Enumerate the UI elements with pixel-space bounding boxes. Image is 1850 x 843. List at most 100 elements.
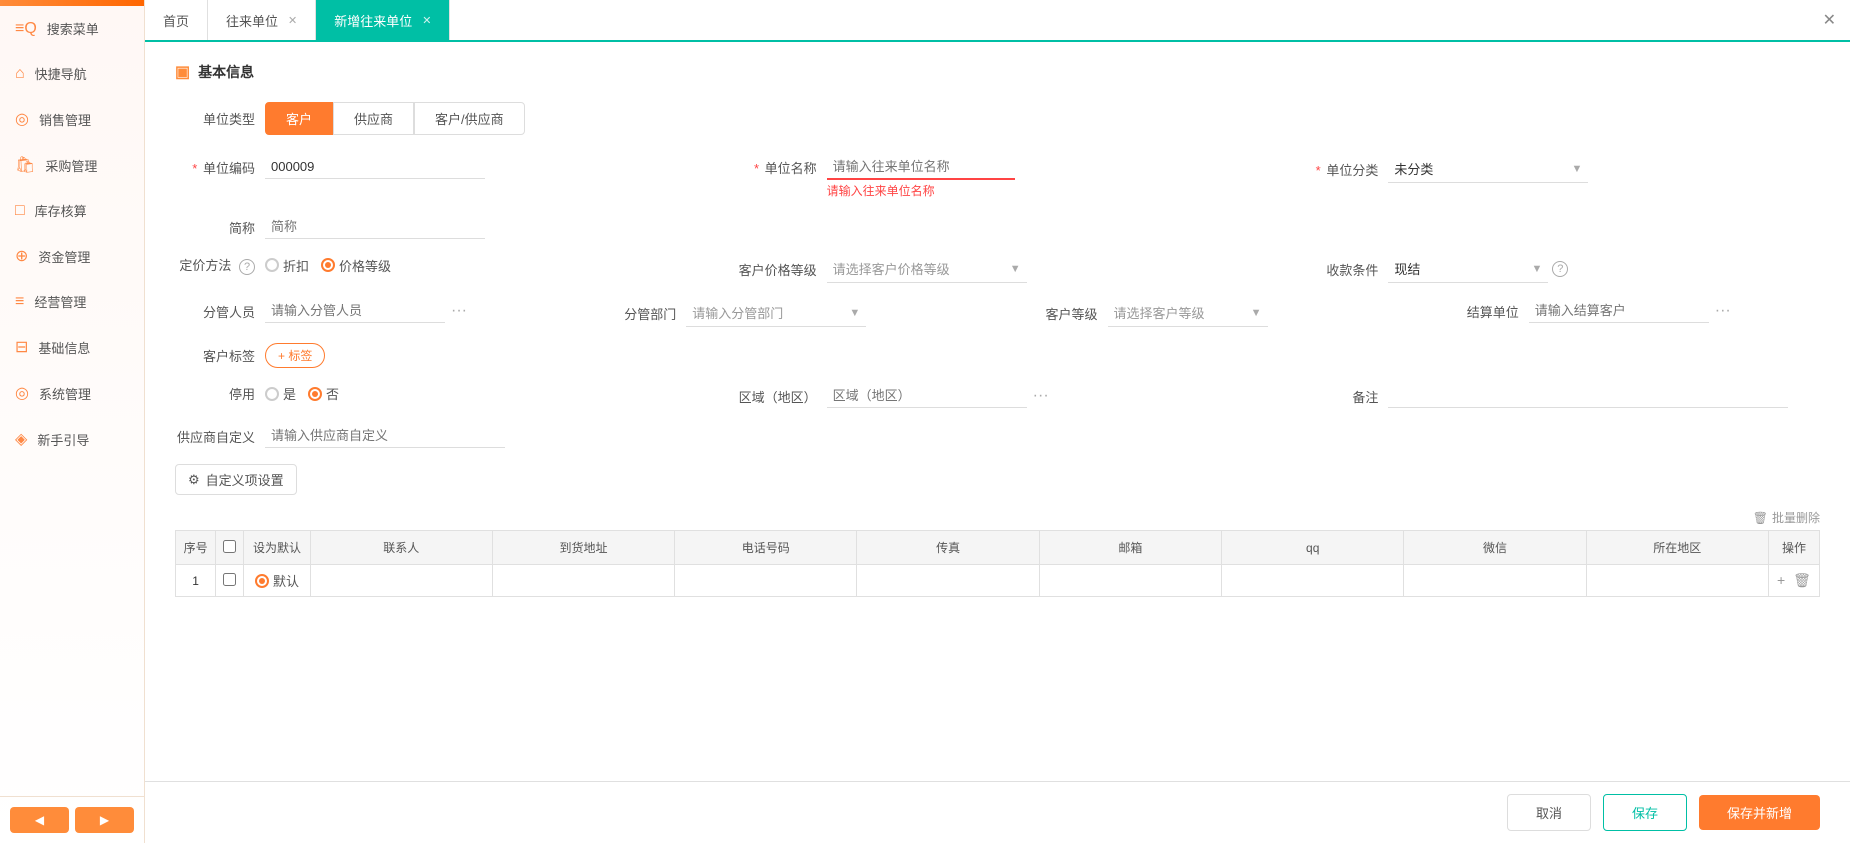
region-more-btn[interactable]: ··· bbox=[1027, 387, 1055, 405]
unit-name-error: 请输入往来单位名称 bbox=[827, 182, 935, 199]
custom-settings-btn[interactable]: ⚙ 自定义项设置 bbox=[175, 464, 297, 495]
radio-yes-circle bbox=[265, 387, 279, 401]
sidebar-item-label: 系统管理 bbox=[39, 384, 91, 403]
region-input[interactable] bbox=[827, 384, 1027, 408]
sidebar-item-system[interactable]: ◎ 系统管理 bbox=[0, 370, 144, 416]
unit-code-label: * 单位编码 bbox=[175, 158, 265, 177]
manager-more-btn[interactable]: ··· bbox=[445, 302, 473, 320]
cell-qq[interactable] bbox=[1222, 565, 1404, 597]
save-button[interactable]: 保存 bbox=[1603, 794, 1687, 831]
pricing-help-icon[interactable]: ? bbox=[239, 259, 255, 275]
contact-input[interactable] bbox=[317, 574, 486, 588]
disabled-label: 停用 bbox=[175, 384, 265, 403]
cell-contact[interactable] bbox=[310, 565, 492, 597]
tab-new-counterparty[interactable]: 新增往来单位 ✕ bbox=[316, 0, 450, 40]
tab-counterparty-label: 往来单位 bbox=[226, 11, 278, 30]
cell-fax[interactable] bbox=[857, 565, 1039, 597]
remark-input[interactable] bbox=[1388, 384, 1788, 408]
sidebar-item-sales[interactable]: ◎ 销售管理 bbox=[0, 96, 144, 142]
wechat-input[interactable] bbox=[1410, 574, 1579, 588]
supplier-custom-input[interactable] bbox=[265, 424, 505, 448]
add-tag-btn[interactable]: + 标签 bbox=[265, 343, 325, 368]
delete-row-btn[interactable]: 🗑 bbox=[1793, 572, 1811, 589]
phone-input[interactable] bbox=[681, 574, 850, 588]
cancel-button[interactable]: 取消 bbox=[1507, 794, 1591, 831]
form-row-manager: 分管人员 ··· 分管部门 请输入分管部门 ▼ 客户等级 请选择客户等级 ▼ bbox=[175, 299, 1820, 327]
unit-code-input[interactable] bbox=[265, 155, 485, 179]
abbr-input[interactable] bbox=[265, 215, 485, 239]
select-all-checkbox[interactable] bbox=[223, 540, 236, 553]
sidebar-item-quicknav[interactable]: ⌂ 快捷导航 bbox=[0, 51, 144, 96]
default-radio[interactable]: 默认 bbox=[250, 571, 303, 590]
basicinfo-icon: ⊟ bbox=[15, 337, 28, 357]
batch-delete-label[interactable]: 批量删除 bbox=[1772, 509, 1820, 526]
tab-new-counterparty-close[interactable]: ✕ bbox=[422, 14, 431, 27]
radio-price-level[interactable]: 价格等级 bbox=[321, 256, 391, 275]
abbr-label: 简称 bbox=[175, 218, 265, 237]
fax-input[interactable] bbox=[863, 574, 1032, 588]
required-star: * bbox=[192, 161, 197, 176]
unit-category-label: * 单位分类 bbox=[1298, 160, 1388, 179]
manager-input[interactable] bbox=[265, 299, 445, 323]
tab-counterparty[interactable]: 往来单位 ✕ bbox=[208, 0, 316, 40]
unit-name-input[interactable] bbox=[827, 155, 1015, 180]
form-row-supplier-custom: 供应商自定义 bbox=[175, 424, 1820, 448]
tab-home[interactable]: 首页 bbox=[145, 0, 208, 40]
radio-discount-circle bbox=[265, 258, 279, 272]
radio-yes[interactable]: 是 bbox=[265, 384, 296, 403]
field-group-settlement: 结算单位 ··· bbox=[1439, 299, 1820, 323]
sidebar-item-guide[interactable]: ◈ 新手引导 bbox=[0, 416, 144, 462]
qq-input[interactable] bbox=[1228, 574, 1397, 588]
cell-phone[interactable] bbox=[675, 565, 857, 597]
payment-select[interactable]: 现结 ▼ bbox=[1388, 255, 1548, 283]
email-input[interactable] bbox=[1046, 574, 1215, 588]
cell-address[interactable] bbox=[492, 565, 674, 597]
col-email: 邮箱 bbox=[1039, 531, 1221, 565]
sidebar-expand-btn[interactable]: ▶ bbox=[75, 807, 134, 833]
sidebar-item-purchase[interactable]: 🛍 采购管理 bbox=[0, 142, 144, 188]
customer-level-select[interactable]: 请选择客户等级 ▼ bbox=[1108, 299, 1268, 327]
finance-icon: ⊕ bbox=[15, 246, 28, 266]
window-close-btn[interactable]: ✕ bbox=[1809, 0, 1850, 40]
unit-type-row: 单位类型 客户 供应商 客户/供应商 bbox=[175, 102, 1820, 135]
field-group-customer-level: 客户等级 请选择客户等级 ▼ bbox=[1018, 299, 1399, 327]
department-select[interactable]: 请输入分管部门 ▼ bbox=[686, 299, 866, 327]
cell-default: 默认 bbox=[244, 565, 310, 597]
sidebar-item-operations[interactable]: ≡ 经营管理 bbox=[0, 279, 144, 324]
cell-email[interactable] bbox=[1039, 565, 1221, 597]
field-group-payment: 收款条件 现结 ▼ ? bbox=[1298, 255, 1820, 283]
unit-category-select[interactable]: 未分类 ▼ bbox=[1388, 155, 1588, 183]
unit-btn-customer[interactable]: 客户 bbox=[265, 102, 333, 135]
unit-btn-both[interactable]: 客户/供应商 bbox=[414, 102, 525, 135]
tab-counterparty-close[interactable]: ✕ bbox=[288, 14, 297, 27]
tab-home-label: 首页 bbox=[163, 11, 189, 30]
department-label: 分管部门 bbox=[596, 304, 686, 323]
address-input[interactable] bbox=[499, 574, 668, 588]
cell-region[interactable] bbox=[1586, 565, 1768, 597]
sidebar-item-inventory[interactable]: □ 库存核算 bbox=[0, 188, 144, 233]
cell-wechat[interactable] bbox=[1404, 565, 1586, 597]
payment-help-icon[interactable]: ? bbox=[1552, 261, 1568, 277]
add-row-btn[interactable]: + bbox=[1777, 572, 1785, 589]
col-address: 到货地址 bbox=[492, 531, 674, 565]
chevron-down-icon: ▼ bbox=[849, 307, 860, 319]
field-group-abbr: 简称 bbox=[175, 215, 1820, 239]
unit-btn-supplier[interactable]: 供应商 bbox=[333, 102, 414, 135]
radio-no[interactable]: 否 bbox=[308, 384, 339, 403]
remark-label: 备注 bbox=[1298, 387, 1388, 406]
chevron-down-icon: ▼ bbox=[1571, 163, 1582, 175]
sidebar-item-search[interactable]: ≡Q 搜索菜单 bbox=[0, 6, 144, 51]
region-table-input[interactable] bbox=[1593, 574, 1762, 588]
region-label: 区域（地区） bbox=[737, 387, 827, 406]
field-group-pricing: 定价方法 ? 折扣 价格等级 bbox=[175, 255, 697, 275]
sidebar-item-basicinfo[interactable]: ⊟ 基础信息 bbox=[0, 324, 144, 370]
sidebar-collapse-btn[interactable]: ◀ bbox=[10, 807, 69, 833]
save-new-button[interactable]: 保存并新增 bbox=[1699, 795, 1820, 830]
customer-price-select[interactable]: 请选择客户价格等级 ▼ bbox=[827, 255, 1027, 283]
sidebar-item-finance[interactable]: ⊕ 资金管理 bbox=[0, 233, 144, 279]
settlement-more-btn[interactable]: ··· bbox=[1709, 302, 1737, 320]
row-checkbox[interactable] bbox=[223, 573, 236, 586]
radio-discount[interactable]: 折扣 bbox=[265, 256, 309, 275]
sidebar-item-label: 新手引导 bbox=[37, 430, 89, 449]
settlement-input[interactable] bbox=[1529, 299, 1709, 323]
